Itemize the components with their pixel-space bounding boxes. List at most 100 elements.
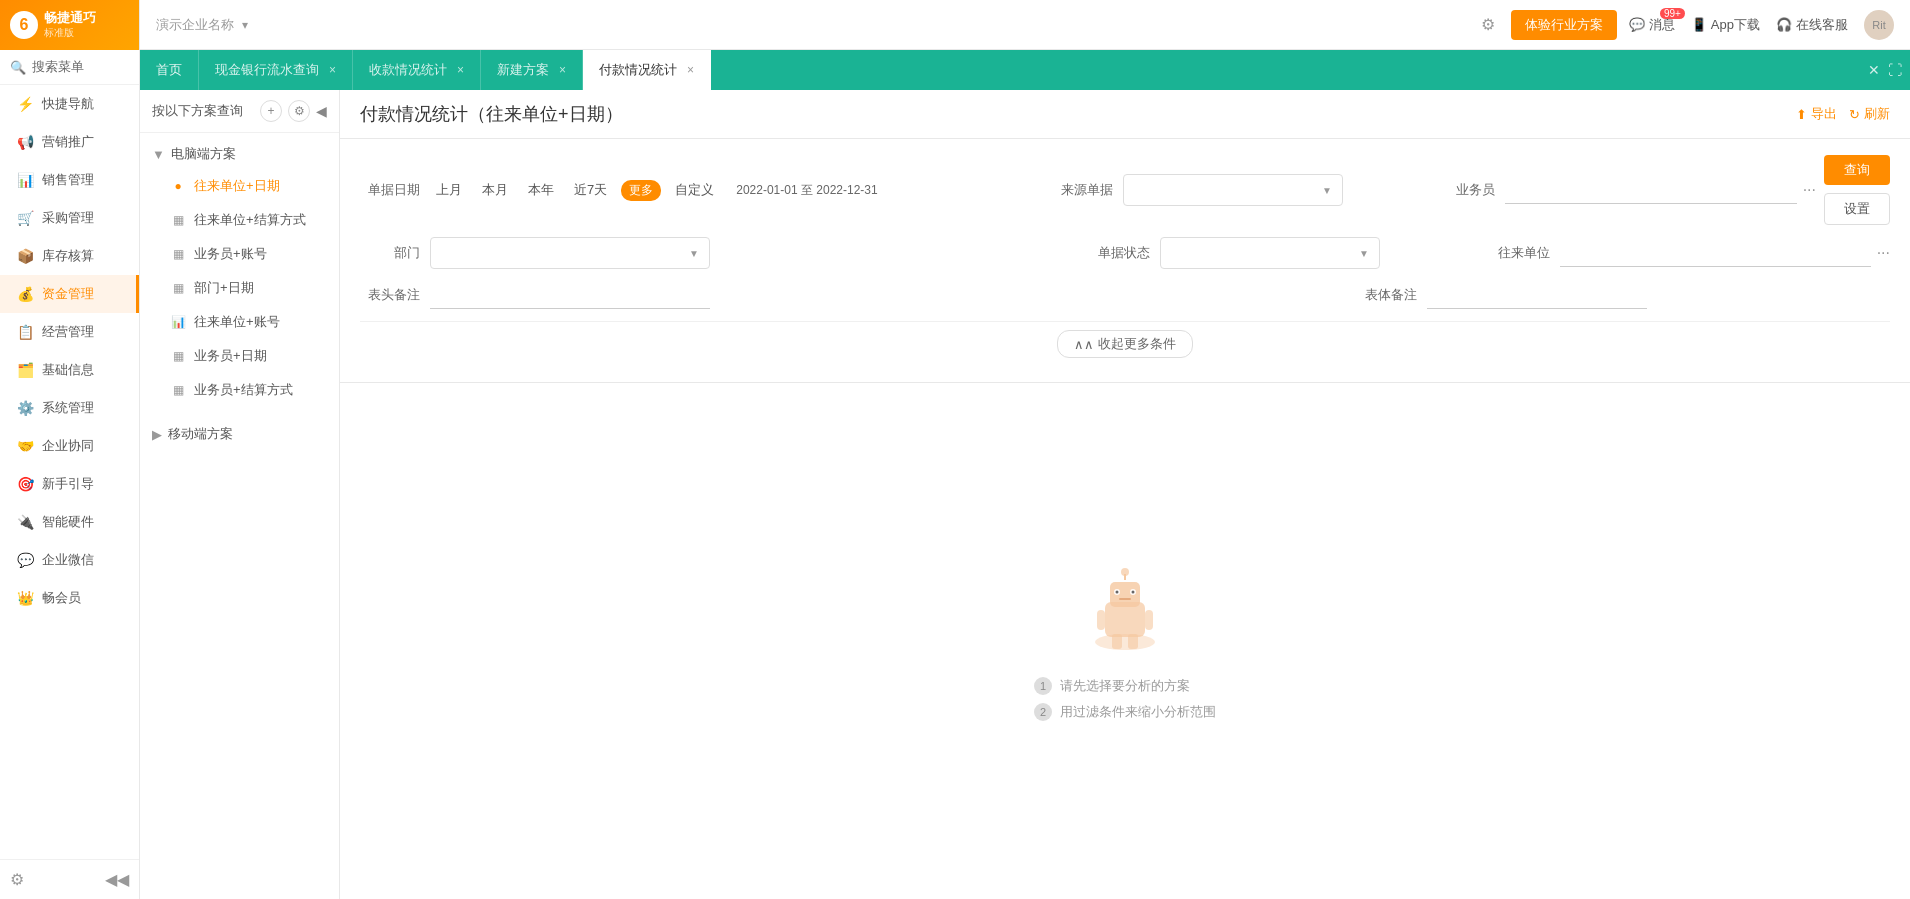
- scheme-item-dept-date[interactable]: ▦ 部门+日期: [140, 271, 339, 305]
- settings-icon[interactable]: ⚙: [10, 870, 24, 889]
- unit-input[interactable]: [1560, 239, 1871, 267]
- online-service-btn[interactable]: 🎧 在线客服: [1776, 16, 1848, 34]
- search-menu[interactable]: 🔍 搜索菜单: [0, 50, 139, 85]
- topbar: 演示企业名称 ▾ ⚙ 体验行业方案 💬 消息 99+ 📱 App下载 🎧 在线客…: [140, 0, 1910, 50]
- source-select[interactable]: ▼: [1123, 174, 1343, 206]
- dept-chevron-down-icon: ▼: [689, 248, 699, 259]
- staff-input[interactable]: [1505, 176, 1797, 204]
- sidebar-item-marketing[interactable]: 📢营销推广: [0, 123, 139, 161]
- content-area: 按以下方案查询 + ⚙ ◀ ▼ 电脑端方案 ● 往来单位+日期 ▦: [140, 90, 1910, 899]
- sidebar-item-sales[interactable]: 📊销售管理: [0, 161, 139, 199]
- export-icon: ⬆: [1796, 107, 1807, 122]
- sidebar-item-label: 资金管理: [42, 285, 94, 303]
- filter-area: 单据日期 上月 本月 本年 近7天 更多 自定义 2022-01-01 至 20…: [340, 139, 1910, 383]
- staff-more-icon[interactable]: ···: [1803, 181, 1816, 199]
- sidebar-item-wechat[interactable]: 💬企业微信: [0, 541, 139, 579]
- date-more[interactable]: 更多: [621, 180, 661, 201]
- add-scheme-button[interactable]: +: [260, 100, 282, 122]
- scheme-setting-button[interactable]: ⚙: [288, 100, 310, 122]
- query-button[interactable]: 查询: [1824, 155, 1890, 185]
- scheme-panel-actions: + ⚙ ◀: [260, 100, 327, 122]
- sidebar-item-enterprise[interactable]: 🤝企业协同: [0, 427, 139, 465]
- date-this-year[interactable]: 本年: [522, 179, 560, 201]
- date-this-month[interactable]: 本月: [476, 179, 514, 201]
- collection-stats-tab-close[interactable]: ×: [457, 63, 464, 77]
- new-scheme-tab-close[interactable]: ×: [559, 63, 566, 77]
- date-custom[interactable]: 自定义: [669, 179, 720, 201]
- tab-payment-stats[interactable]: 付款情况统计 ×: [583, 50, 711, 90]
- scheme-item-staff-account[interactable]: ▦ 业务员+账号: [140, 237, 339, 271]
- refresh-button[interactable]: ↻ 刷新: [1849, 105, 1890, 123]
- note-header-input[interactable]: [430, 281, 710, 309]
- cash-flow-tab-close[interactable]: ×: [329, 63, 336, 77]
- quick-nav-icon: ⚡: [16, 95, 34, 113]
- tab-collection-stats[interactable]: 收款情况统计 ×: [353, 50, 481, 90]
- empty-state: 1 请先选择要分析的方案 2 用过滤条件来缩小分析范围: [340, 383, 1910, 899]
- sidebar-item-basic[interactable]: 🗂️基础信息: [0, 351, 139, 389]
- svg-rect-8: [1097, 610, 1105, 630]
- unit-more-icon[interactable]: ···: [1877, 244, 1890, 262]
- export-button[interactable]: ⬆ 导出: [1796, 105, 1837, 123]
- collapse-bar: ∧∧ 收起更多条件: [360, 321, 1890, 366]
- tab-home[interactable]: 首页: [140, 50, 199, 90]
- svg-rect-11: [1128, 634, 1138, 649]
- empty-tips: 1 请先选择要分析的方案 2 用过滤条件来缩小分析范围: [1034, 677, 1216, 721]
- tab-new-scheme[interactable]: 新建方案 ×: [481, 50, 583, 90]
- topbar-gear-icon[interactable]: ⚙: [1477, 11, 1499, 38]
- scheme-item-unit-date[interactable]: ● 往来单位+日期: [140, 169, 339, 203]
- empty-tip-2: 2 用过滤条件来缩小分析范围: [1034, 703, 1216, 721]
- collapse-conditions-button[interactable]: ∧∧ 收起更多条件: [1057, 330, 1193, 358]
- export-label: 导出: [1811, 105, 1837, 123]
- new-scheme-tab-label: 新建方案: [497, 61, 549, 79]
- sidebar-item-member[interactable]: 👑畅会员: [0, 579, 139, 617]
- scheme-item-unit-account[interactable]: 📊 往来单位+账号: [140, 305, 339, 339]
- payment-stats-tab-close[interactable]: ×: [687, 63, 694, 77]
- source-label: 来源单据: [1053, 181, 1123, 199]
- staff-date-icon: ▦: [170, 348, 186, 364]
- svg-rect-7: [1119, 598, 1131, 600]
- sidebar-item-finance[interactable]: 💰资金管理: [0, 275, 139, 313]
- app-download-btn[interactable]: 📱 App下载: [1691, 16, 1760, 34]
- tab-cash-flow[interactable]: 现金银行流水查询 ×: [199, 50, 353, 90]
- unit-date-icon: ●: [170, 178, 186, 194]
- collapse-icon: ∧∧: [1074, 337, 1094, 352]
- search-menu-label: 搜索菜单: [32, 58, 84, 76]
- avatar[interactable]: Rit: [1864, 10, 1894, 40]
- sidebar-item-inventory[interactable]: 📦库存核算: [0, 237, 139, 275]
- mobile-group-title[interactable]: ▶ 移动端方案: [140, 419, 339, 449]
- sidebar-footer: ⚙ ◀◀: [0, 859, 139, 899]
- date-7-days[interactable]: 近7天: [568, 179, 613, 201]
- query-section: 查询 设置: [1824, 155, 1890, 225]
- cash-flow-tab-label: 现金银行流水查询: [215, 61, 319, 79]
- scheme-item-staff-date[interactable]: ▦ 业务员+日期: [140, 339, 339, 373]
- sidebar-item-hardware[interactable]: 🔌智能硬件: [0, 503, 139, 541]
- desktop-group-title[interactable]: ▼ 电脑端方案: [140, 139, 339, 169]
- sidebar-item-label: 销售管理: [42, 171, 94, 189]
- close-tab-icon[interactable]: ✕: [1868, 62, 1880, 78]
- payment-stats-tab-label: 付款情况统计: [599, 61, 677, 79]
- dept-select[interactable]: ▼: [430, 237, 710, 269]
- collapse-sidebar-icon[interactable]: ◀◀: [105, 870, 129, 889]
- setting-button[interactable]: 设置: [1824, 193, 1890, 225]
- sidebar-item-operation[interactable]: 📋经营管理: [0, 313, 139, 351]
- status-select[interactable]: ▼: [1160, 237, 1380, 269]
- staff-date-label: 业务员+日期: [194, 347, 267, 365]
- note-body-input[interactable]: [1427, 281, 1647, 309]
- scheme-item-staff-payment[interactable]: ▦ 业务员+结算方式: [140, 373, 339, 407]
- scheme-panel-collapse-icon[interactable]: ◀: [316, 103, 327, 119]
- message-icon: 💬: [1629, 17, 1645, 32]
- sidebar-item-quick-nav[interactable]: ⚡快捷导航: [0, 85, 139, 123]
- message-btn[interactable]: 💬 消息 99+: [1629, 16, 1675, 34]
- date-last-month[interactable]: 上月: [430, 179, 468, 201]
- collection-stats-tab-label: 收款情况统计: [369, 61, 447, 79]
- sidebar-item-guide[interactable]: 🎯新手引导: [0, 465, 139, 503]
- purchase-icon: 🛒: [16, 209, 34, 227]
- trial-button[interactable]: 体验行业方案: [1511, 10, 1617, 40]
- topbar-breadcrumb: 演示企业名称 ▾: [156, 16, 1465, 34]
- sidebar-item-purchase[interactable]: 🛒采购管理: [0, 199, 139, 237]
- expand-tab-icon[interactable]: ⛶: [1888, 62, 1902, 78]
- desktop-group-arrow-icon: ▼: [152, 147, 165, 162]
- svg-rect-9: [1145, 610, 1153, 630]
- sidebar-item-system[interactable]: ⚙️系统管理: [0, 389, 139, 427]
- scheme-item-unit-payment[interactable]: ▦ 往来单位+结算方式: [140, 203, 339, 237]
